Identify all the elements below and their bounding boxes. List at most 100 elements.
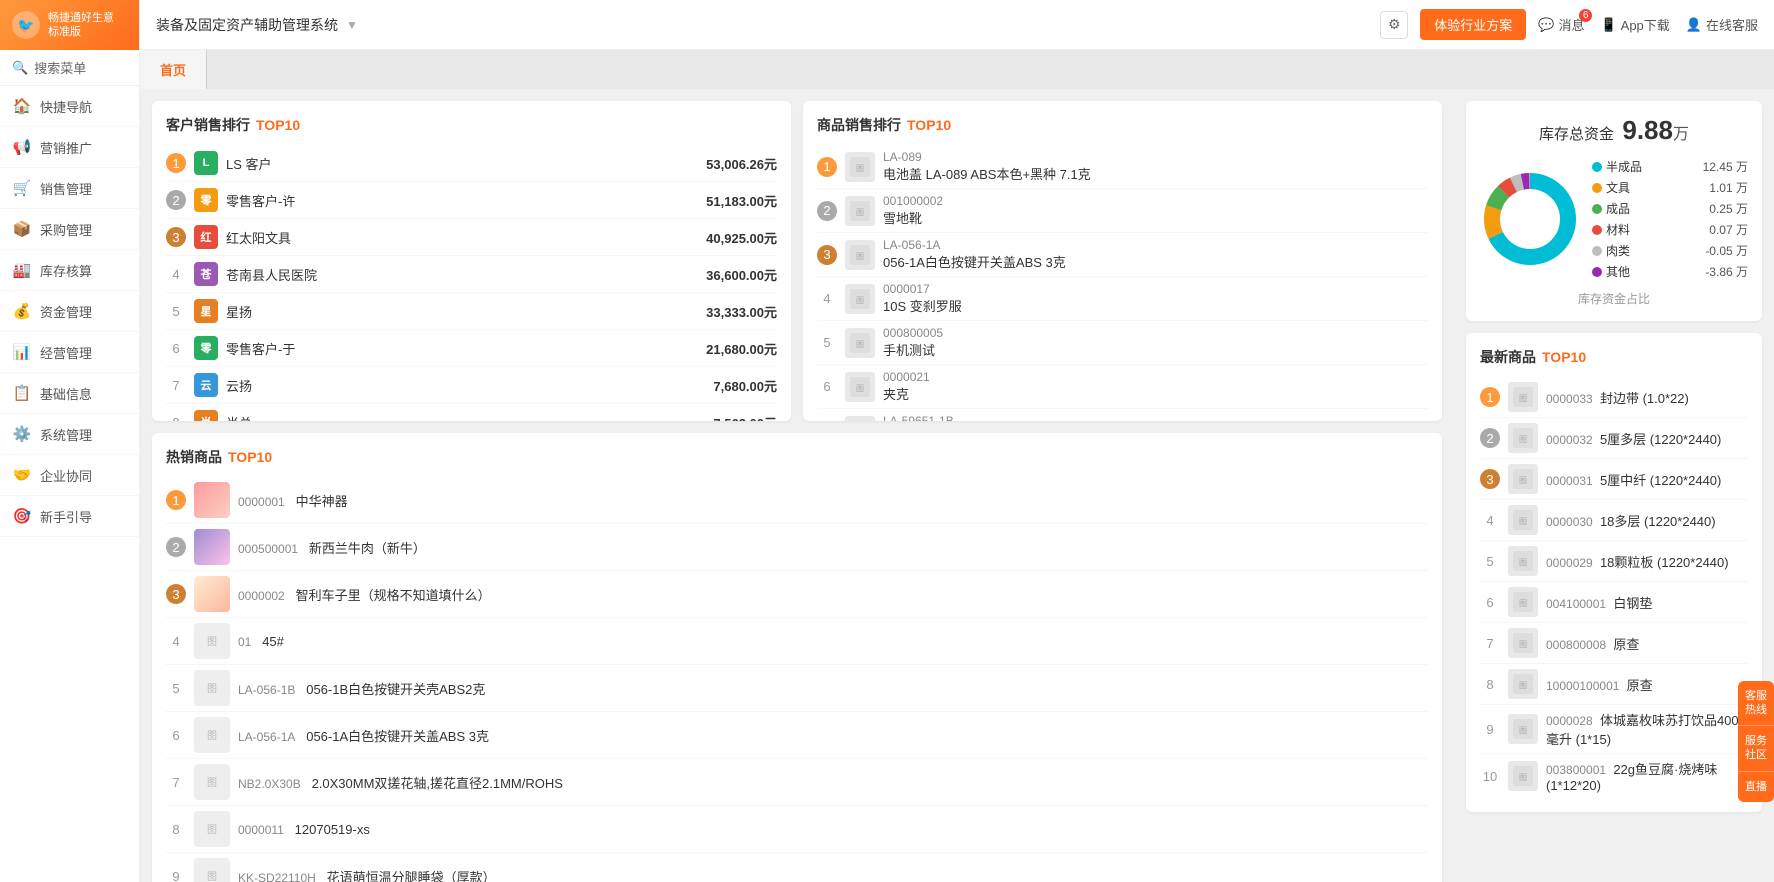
sidebar-item-purchase[interactable]: 📦 采购管理 [0,209,139,250]
online-service-button[interactable]: 👤 在线客服 [1686,15,1758,34]
newest-product-info: 10000100001 原查 [1546,675,1748,694]
hot-product-row: 7 图 NB2.0X30B 2.0X30MM双搓花轴,搓花直径2.1MM/ROH… [166,759,1428,806]
newest-product-name: 原查 [1623,678,1653,693]
sidebar-item-finance[interactable]: 💰 资金管理 [0,291,139,332]
hot-product-code: 000500001 [238,542,298,556]
product-info: LA-59651-1B 59651-1B旋转投影灯电池盒ABS黑色+58克 [883,414,1428,421]
hot-product-code: LA-056-1B [238,683,295,697]
hot-product-row: 5 图 LA-056-1B 056-1B白色按键开关壳ABS2克 [166,665,1428,712]
legend-item: 成品 0.25 万 [1592,198,1748,219]
basics-icon: 📋 [12,383,32,403]
sidebar-item-system[interactable]: ⚙️ 系统管理 [0,414,139,455]
product-code: 0000017 [883,282,1428,296]
hot-products-title: 热销商品 TOP10 [166,447,1428,467]
hot-product-name: 智利车子里（规格不知道填什么） [296,588,491,603]
hot-product-code: NB2.0X30B [238,777,301,791]
finance-icon: 💰 [12,301,32,321]
customer-avatar: 苍 [194,262,218,286]
hot-product-info: NB2.0X30B 2.0X30MM双搓花轴,搓花直径2.1MM/ROHS [238,773,1428,792]
product-info: 0000021 夹克 [883,370,1428,403]
legend-dot [1592,225,1602,235]
newest-product-name: 封边带 (1.0*22) [1596,391,1688,406]
sidebar-search[interactable]: 🔍 搜索菜单 [0,50,139,86]
sidebar-item-sales[interactable]: 🛒 销售管理 [0,168,139,209]
message-icon: 💬 [1538,17,1554,33]
sidebar-item-basics[interactable]: 📋 基础信息 [0,373,139,414]
rank-num: 6 [817,379,837,394]
newest-product-info: 0000030 18多层 (1220*2440) [1546,511,1748,530]
hot-product-row: 9 图 KK-SD22110H 花语萌恒温分腿睡袋（厚款） [166,853,1428,882]
rank-num: 4 [166,267,186,282]
product-ranking-card: 商品销售排行 TOP10 1 图 LA-089 电池盖 LA-089 ABS本色… [803,101,1442,421]
hot-product-name: 056-1A白色按键开关盖ABS 3克 [306,729,489,744]
customer-rank-table: 1 L LS 客户 53,006.26元 2 零 零售客户-许 51,183.0… [166,145,777,421]
legend-dot [1592,267,1602,277]
message-button[interactable]: 💬 消息 6 [1538,15,1584,34]
customer-avatar: 零 [194,336,218,360]
service-icon: 👤 [1686,17,1702,33]
tab-home[interactable]: 首页 [140,50,207,89]
newest-product-code: 0000033 [1546,392,1593,406]
customer-amount: 7,680.00元 [713,376,777,395]
hot-product-row: 1 0000001 中华神器 [166,477,1428,524]
product-rank-row: 4 图 0000017 10S 变刹罗服 [817,277,1428,321]
sidebar-item-collab[interactable]: 🤝 企业协同 [0,455,139,496]
inventory-card: 库存总资金 9.88万 [1466,101,1762,321]
sidebar-item-management[interactable]: 📊 经营管理 [0,332,139,373]
newest-product-image: 图 [1508,587,1538,617]
customer-ranking-title: 客户销售排行 TOP10 [166,115,777,135]
product-name: 雪地靴 [883,208,1428,227]
customer-amount: 40,925.00元 [706,228,777,247]
rank-num: 6 [166,341,186,356]
trial-button[interactable]: 体验行业方案 [1420,9,1526,40]
customer-rank-row: 3 红 红太阳文具 40,925.00元 [166,219,777,256]
newest-product-code: 0000032 [1546,433,1593,447]
product-info: 000800005 手机测试 [883,326,1428,359]
svg-text:图: 图 [856,340,864,349]
rank-num: 2 [166,537,186,557]
settings-icon[interactable]: ⚙ [1380,11,1408,39]
hot-product-image: 图 [194,811,230,847]
customer-amount: 21,680.00元 [706,339,777,358]
customer-name: 红太阳文具 [226,228,698,247]
sidebar-item-inventory[interactable]: 🏭 库存核算 [0,250,139,291]
sidebar-item-marketing[interactable]: 📢 营销推广 [0,127,139,168]
customer-name: 星扬 [226,302,698,321]
newest-product-info: 003800001 22g鱼豆腐·烧烤味 (1*12*20) [1546,759,1748,793]
svg-text:图: 图 [856,208,864,217]
newest-products-table: 1 图 0000033 封边带 (1.0*22) 2 图 0000032 5厘多… [1480,377,1748,798]
newest-product-image: 图 [1508,505,1538,535]
hot-product-name: 45# [262,634,284,649]
product-rank-table: 1 图 LA-089 电池盖 LA-089 ABS本色+黑种 7.1克 2 图 … [817,145,1428,421]
customer-name: LS 客户 [226,154,698,173]
hot-product-info: 0000001 中华神器 [238,491,1428,510]
product-rank-row: 2 图 001000002 雪地靴 [817,189,1428,233]
float-customer-service[interactable]: 客服热线 [1738,681,1774,727]
rank-num: 3 [817,245,837,265]
product-name: 10S 变刹罗服 [883,296,1428,315]
hot-product-row: 2 000500001 新西兰牛肉（新牛） [166,524,1428,571]
newest-product-info: 0000028 体城嘉枚味苏打饮品400毫升 (1*15) [1546,710,1748,748]
sidebar-logo: 🐦 畅捷通好生意 标准版 [0,0,139,50]
newest-product-code: 003800001 [1546,763,1606,777]
hot-product-info: 01 45# [238,634,1428,649]
legend-value: 0.07 万 [1709,221,1748,238]
legend-item: 其他 -3.86 万 [1592,261,1748,282]
product-rank-row: 7 图 LA-59651-1B 59651-1B旋转投影灯电池盒ABS黑色+58… [817,409,1428,421]
newest-product-code: 000800008 [1546,638,1606,652]
sidebar-item-quick-nav[interactable]: 🏠 快捷导航 [0,86,139,127]
hot-product-info: 000500001 新西兰牛肉（新牛） [238,538,1428,557]
inventory-total: 库存总资金 9.88万 [1480,115,1748,146]
float-live[interactable]: 直播 [1738,772,1774,802]
float-community[interactable]: 服务社区 [1738,726,1774,772]
svg-text:图: 图 [207,683,217,695]
newest-product-row: 5 图 0000029 18颗粒板 (1220*2440) [1480,541,1748,582]
svg-text:图: 图 [856,252,864,261]
sidebar-item-guide[interactable]: 🎯 新手引导 [0,496,139,537]
newest-product-code: 0000030 [1546,515,1593,529]
rank-num: 2 [166,190,186,210]
app-download-button[interactable]: 📱 App下载 [1600,15,1669,34]
hot-product-code: 0000001 [238,495,285,509]
customer-avatar: 云 [194,373,218,397]
topbar-title: 装备及固定资产辅助管理系统 ▼ [156,15,1368,35]
